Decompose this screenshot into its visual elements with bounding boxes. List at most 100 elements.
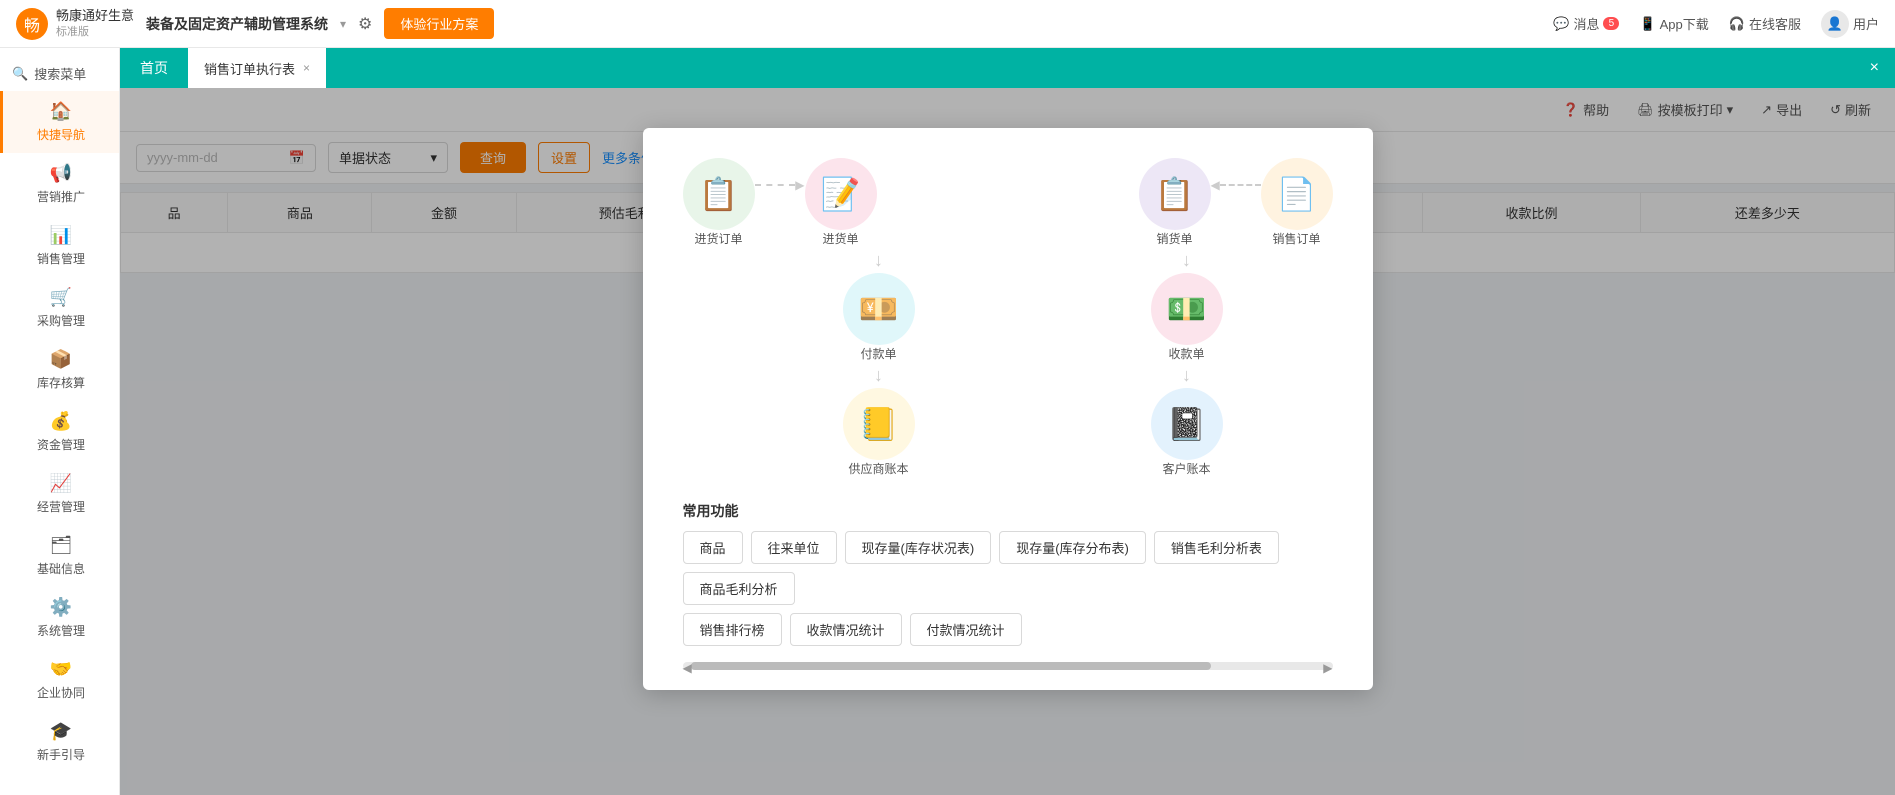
purchase-icon: 🛒 <box>50 287 72 308</box>
purchase-order-label: 进货订单 <box>694 230 742 247</box>
search-label: 搜索菜单 <box>34 64 86 83</box>
sidebar-item-marketing[interactable]: 📢 营销推广 <box>0 153 119 215</box>
receipt-bill-node[interactable]: 💵 <box>1151 273 1223 345</box>
sidebar-item-label: 采购管理 <box>37 312 85 329</box>
supplier-ledger-node[interactable]: 📒 <box>843 388 915 460</box>
cf-btn-sales-profit[interactable]: 销售毛利分析表 <box>1154 531 1279 564</box>
purchase-bill-node[interactable]: 📝 <box>805 158 877 230</box>
cf-buttons: 商品 往来单位 现存量(库存状况表) 现存量(库存分布表) 销售毛利分析表 商品… <box>683 531 1333 605</box>
sales-bill-node[interactable]: 📋 <box>1139 158 1211 230</box>
tab-home[interactable]: 首页 <box>120 48 188 88</box>
sidebar-item-quick-nav[interactable]: 🏠 快捷导航 <box>0 91 119 153</box>
sales-bill-label: 销货单 <box>1156 230 1192 247</box>
sidebar-item-purchase[interactable]: 🛒 采购管理 <box>0 277 119 339</box>
content-area: 首页 销售订单执行表 × × ❓ 帮助 🖨 按模板打印 <box>120 48 1895 795</box>
arrow-down-receipt: ↓ <box>1182 251 1191 269</box>
scrollbar-thumb[interactable] <box>691 662 1211 670</box>
message-btn[interactable]: 💬 消息 5 <box>1553 14 1619 33</box>
sidebar-item-label: 销售管理 <box>37 250 85 267</box>
tab-label: 销售订单执行表 <box>204 59 295 78</box>
guide-icon: 🎓 <box>50 721 72 742</box>
operation-icon: 📈 <box>50 473 72 494</box>
sidebar-item-basic[interactable]: 🗂 基础信息 <box>0 525 119 587</box>
sidebar-item-inventory[interactable]: 📦 库存核算 <box>0 339 119 401</box>
sales-icon: 📊 <box>50 225 72 246</box>
app-container: 畅 畅康通好生意 标准版 装备及固定资产辅助管理系统 ▾ ⚙ 体验行业方案 💬 … <box>0 0 1895 795</box>
tab-close-icon[interactable]: × <box>303 61 310 75</box>
app-download-btn[interactable]: 📱 App下载 <box>1639 14 1708 33</box>
sidebar-item-finance[interactable]: 💰 资金管理 <box>0 401 119 463</box>
quick-nav-modal: 📋 进货订单 ▶ 📝 <box>643 128 1373 690</box>
service-icon: 🎧 <box>1729 16 1745 32</box>
top-bar-right: 💬 消息 5 📱 App下载 🎧 在线客服 👤 用户 <box>1553 10 1879 38</box>
message-label: 消息 <box>1573 14 1599 33</box>
sales-order-node[interactable]: 📄 <box>1261 158 1333 230</box>
payment-col: ↓ 💴 付款单 ↓ 📒 供应商账本 <box>843 247 915 477</box>
logo-icon: 畅 <box>16 8 48 40</box>
cf-btn-receipt-stat[interactable]: 收款情况统计 <box>790 613 902 646</box>
sidebar-item-label: 库存核算 <box>37 374 85 391</box>
cf-btn-payment-stat[interactable]: 付款情况统计 <box>910 613 1022 646</box>
customer-ledger-icon: 📓 <box>1167 405 1207 443</box>
sales-order-col: 📄 销售订单 <box>1261 158 1333 247</box>
sidebar-item-label: 基础信息 <box>37 560 85 577</box>
tab-active[interactable]: 销售订单执行表 × <box>188 48 326 88</box>
cf-btn-product[interactable]: 商品 <box>683 531 743 564</box>
receipt-col: ↓ 💵 收款单 ↓ 📓 客户账本 <box>1151 247 1223 477</box>
tab-bar-close-btn[interactable]: × <box>1854 59 1895 77</box>
user-name: 用户 <box>1853 14 1879 33</box>
purchase-order-col: 📋 进货订单 <box>683 158 755 247</box>
sidebar-item-operation[interactable]: 📈 经营管理 <box>0 463 119 525</box>
system-dropdown-arrow[interactable]: ▾ <box>340 17 346 31</box>
sidebar: 🔍 搜索菜单 🏠 快捷导航 📢 营销推广 📊 销售管理 🛒 采购管理 📦 <box>0 48 120 795</box>
logo-text-block: 畅康通好生意 标准版 <box>56 8 134 40</box>
top-bar-left: 畅 畅康通好生意 标准版 装备及固定资产辅助管理系统 ▾ ⚙ 体验行业方案 <box>16 8 494 40</box>
flow-section: 📋 进货订单 ▶ 📝 <box>683 158 1333 477</box>
app-download-label: App下载 <box>1660 14 1709 33</box>
arrow-down-payment: ↓ <box>874 251 883 269</box>
system-name: 装备及固定资产辅助管理系统 <box>146 14 328 34</box>
cf-btn-product-profit[interactable]: 商品毛利分析 <box>683 572 795 605</box>
sidebar-item-label: 营销推广 <box>37 188 85 205</box>
enterprise-icon: 🤝 <box>50 659 72 680</box>
cf-btn-sales-rank[interactable]: 销售排行榜 <box>683 613 782 646</box>
sales-order-label: 销售订单 <box>1272 230 1320 247</box>
cf-btn-stock-status[interactable]: 现存量(库存状况表) <box>845 531 992 564</box>
sidebar-item-system[interactable]: ⚙️ 系统管理 <box>0 587 119 649</box>
experience-btn[interactable]: 体验行业方案 <box>384 8 494 39</box>
purchase-bill-icon: 📝 <box>821 175 861 213</box>
cf-buttons-row2: 销售排行榜 收款情况统计 付款情况统计 <box>683 613 1333 646</box>
sidebar-item-enterprise[interactable]: 🤝 企业协同 <box>0 649 119 711</box>
top-bar: 畅 畅康通好生意 标准版 装备及固定资产辅助管理系统 ▾ ⚙ 体验行业方案 💬 … <box>0 0 1895 48</box>
scroll-right-icon[interactable]: ▶ <box>1323 661 1332 675</box>
sidebar-item-label: 新手引导 <box>37 746 85 763</box>
gear-icon[interactable]: ⚙ <box>358 14 372 34</box>
modal-overlay[interactable]: 📋 进货订单 ▶ 📝 <box>120 88 1895 795</box>
cf-btn-stock-dist[interactable]: 现存量(库存分布表) <box>999 531 1146 564</box>
logo-area: 畅 畅康通好生意 标准版 <box>16 8 134 40</box>
purchase-order-node[interactable]: 📋 <box>683 158 755 230</box>
sales-bill-col: 📋 销货单 <box>1139 158 1211 247</box>
cf-btn-partner[interactable]: 往来单位 <box>751 531 837 564</box>
sales-bill-icon: 📋 <box>1155 175 1195 213</box>
customer-ledger-label: 客户账本 <box>1162 460 1210 477</box>
online-service-btn[interactable]: 🎧 在线客服 <box>1729 14 1801 33</box>
user-area[interactable]: 👤 用户 <box>1821 10 1879 38</box>
modal-scrollbar[interactable]: ◀ ▶ <box>683 662 1333 670</box>
sales-order-icon: 📄 <box>1277 175 1317 213</box>
scroll-left-icon[interactable]: ◀ <box>683 661 692 675</box>
customer-ledger-node[interactable]: 📓 <box>1151 388 1223 460</box>
sidebar-item-sales[interactable]: 📊 销售管理 <box>0 215 119 277</box>
payment-bill-node[interactable]: 💴 <box>843 273 915 345</box>
app-download-icon: 📱 <box>1639 16 1655 32</box>
purchase-bill-col: 📝 进货单 <box>805 158 877 247</box>
common-functions: 常用功能 商品 往来单位 现存量(库存状况表) 现存量(库存分布表) 销售毛利分… <box>683 501 1333 646</box>
user-avatar: 👤 <box>1821 10 1849 38</box>
purchase-order-icon: 📋 <box>699 175 739 213</box>
arrow-down-receipt2: ↓ <box>1182 366 1191 384</box>
sidebar-item-label: 资金管理 <box>37 436 85 453</box>
sidebar-item-label: 企业协同 <box>37 684 85 701</box>
sidebar-item-guide[interactable]: 🎓 新手引导 <box>0 711 119 773</box>
service-label: 在线客服 <box>1749 14 1801 33</box>
sidebar-search[interactable]: 🔍 搜索菜单 <box>0 56 119 91</box>
